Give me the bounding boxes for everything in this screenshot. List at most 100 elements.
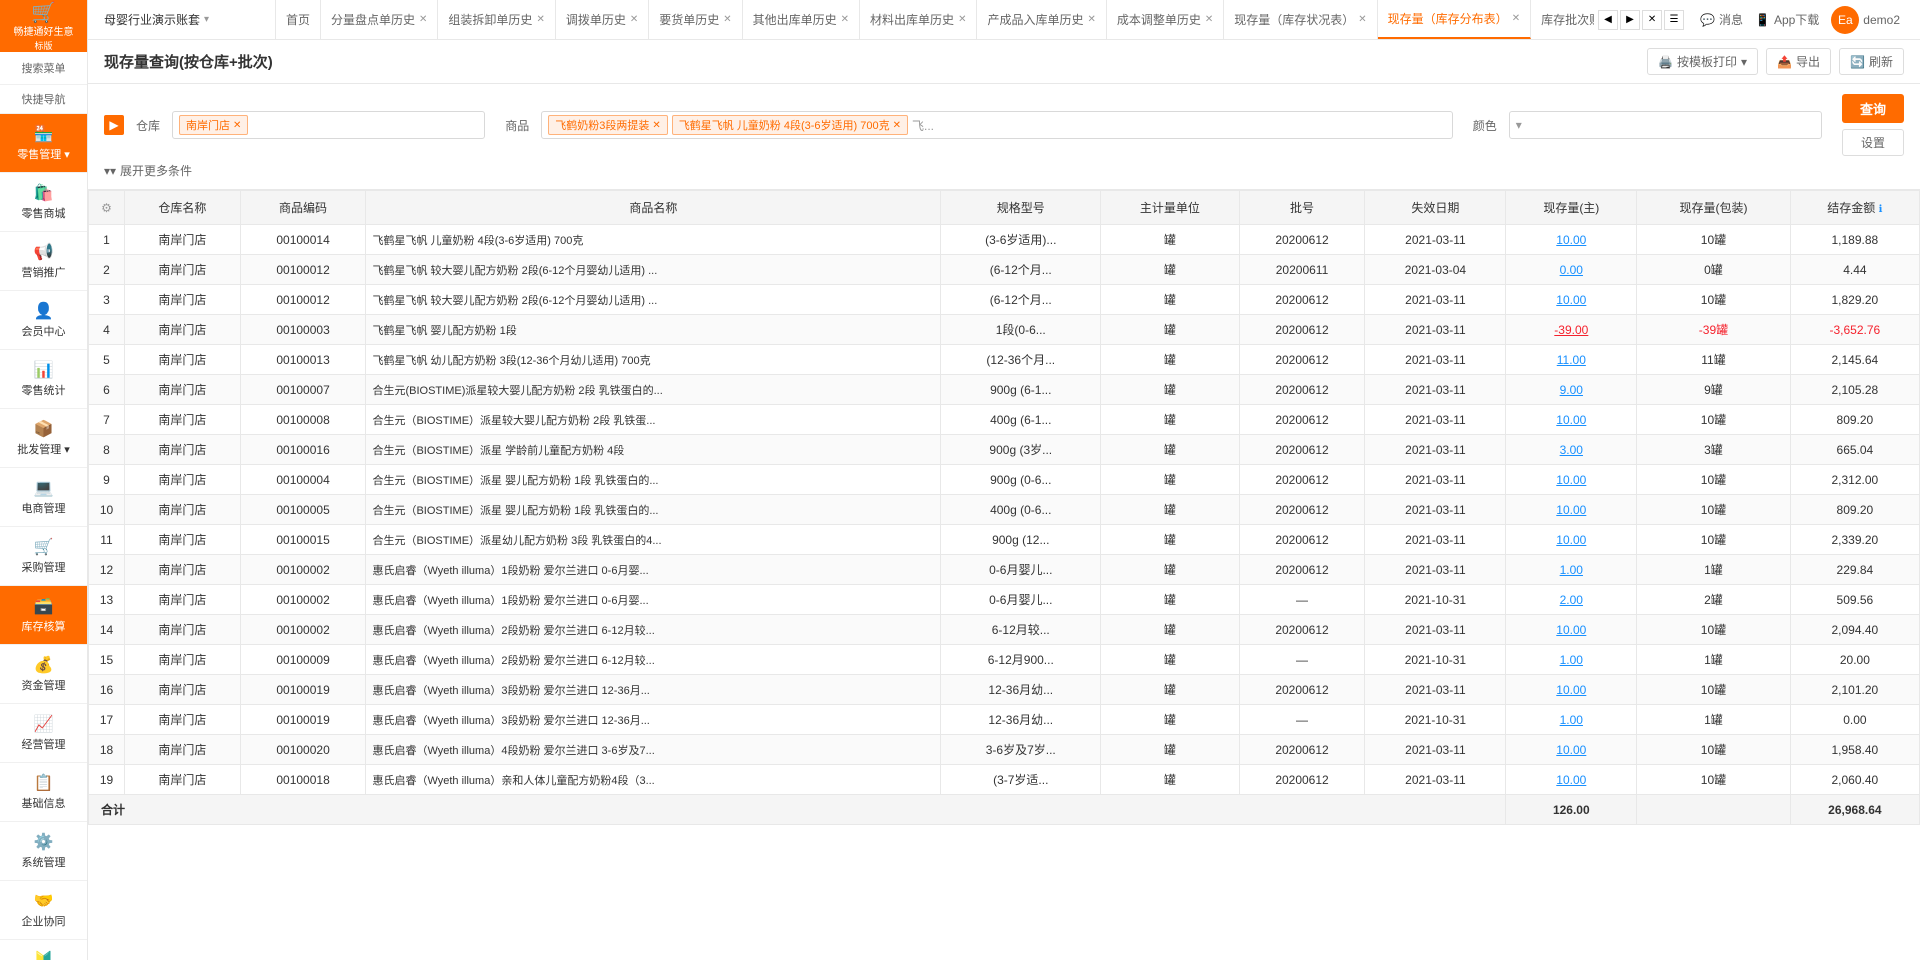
tab-next-btn[interactable]: ▶ [1620, 10, 1640, 30]
cell-stock-main-8[interactable]: 10.00 [1506, 465, 1637, 495]
sidebar-item-guide[interactable]: 🔰 新手引导 [0, 940, 87, 960]
tab-prev-btn[interactable]: ◀ [1598, 10, 1618, 30]
query-btn[interactable]: 查询 [1842, 94, 1904, 123]
user-profile[interactable]: Ea demo2 [1831, 6, 1900, 34]
message-btn[interactable]: 💬 消息 [1700, 11, 1743, 28]
sidebar-item-basic[interactable]: 📋 基础信息 [0, 763, 87, 822]
sidebar-item-stats[interactable]: 📊 零售统计 [0, 350, 87, 409]
cell-stock-main-13[interactable]: 10.00 [1506, 615, 1637, 645]
tab-requisition-label: 要货单历史 [659, 11, 719, 28]
cell-unit-13: 罐 [1101, 615, 1239, 645]
product-tag-0[interactable]: 飞鹤奶粉3段两提装 ✕ [548, 115, 668, 135]
cell-stock-pkg-7: 3罐 [1637, 435, 1791, 465]
template-print-btn[interactable]: 🖨️ 按模板打印 ▾ [1647, 48, 1758, 75]
tab-other-out[interactable]: 其他出库单历史 ✕ [743, 0, 860, 39]
tab-cost-adj[interactable]: 成本调整单历史 ✕ [1107, 0, 1224, 39]
cell-stock-main-0[interactable]: 10.00 [1506, 225, 1637, 255]
app-download-btn[interactable]: 📱 App下载 [1755, 11, 1819, 28]
tab-stock-dist[interactable]: 现存量（库存分布表） ✕ [1378, 0, 1531, 39]
cell-stock-main-4[interactable]: 11.00 [1506, 345, 1637, 375]
inventory-icon: 🗃️ [4, 596, 83, 616]
tab-other-out-close[interactable]: ✕ [841, 14, 849, 25]
tab-cost-adj-label: 成本调整单历史 [1117, 11, 1201, 28]
tab-transfer-close[interactable]: ✕ [630, 14, 638, 25]
tab-split-check[interactable]: 分量盘点单历史 ✕ [321, 0, 438, 39]
color-dropdown-icon[interactable]: ▾ [1516, 118, 1522, 132]
sidebar-item-ecom[interactable]: 💻 电商管理 [0, 468, 87, 527]
product-tag-1[interactable]: 飞鹤星飞帆 儿童奶粉 4段(3-6岁适用) 700克 ✕ [672, 115, 908, 135]
sidebar-search[interactable]: 搜索菜单 [0, 52, 87, 85]
sidebar-item-retail[interactable]: 🏪 零售管理 ▾ [0, 114, 87, 173]
cell-stock-main-14[interactable]: 1.00 [1506, 645, 1637, 675]
org-dropdown-icon[interactable]: ▾ [204, 14, 209, 25]
warehouse-filter-tags[interactable]: 南岸门店 ✕ [172, 111, 485, 139]
tab-unpack-close[interactable]: ✕ [536, 14, 544, 25]
col-settings[interactable]: ⚙ [89, 191, 125, 225]
refresh-btn[interactable]: 🔄 刷新 [1839, 48, 1904, 75]
cell-stock-main-11[interactable]: 1.00 [1506, 555, 1637, 585]
cell-stock-main-16[interactable]: 1.00 [1506, 705, 1637, 735]
sidebar-item-purchase[interactable]: 🛒 采购管理 [0, 527, 87, 586]
table-row: 11 南岸门店 00100015 合生元（BIOSTIME）派星幼儿配方奶粉 3… [89, 525, 1920, 555]
expand-more-btn[interactable]: ▾▾ 展开更多条件 [104, 162, 1904, 179]
cell-stock-main-12[interactable]: 2.00 [1506, 585, 1637, 615]
sidebar-item-member[interactable]: 👤 会员中心 [0, 291, 87, 350]
cell-stock-main-15[interactable]: 10.00 [1506, 675, 1637, 705]
sidebar-item-inventory[interactable]: 🗃️ 库存核算 [0, 586, 87, 645]
tab-menu-btn[interactable]: ☰ [1664, 10, 1684, 30]
cell-stock-main-6[interactable]: 10.00 [1506, 405, 1637, 435]
tab-stock-status-close[interactable]: ✕ [1358, 14, 1366, 25]
tab-close-btn[interactable]: ✕ [1642, 10, 1662, 30]
sidebar-item-system[interactable]: ⚙️ 系统管理 [0, 822, 87, 881]
cell-stock-main-9[interactable]: 10.00 [1506, 495, 1637, 525]
tab-transfer[interactable]: 调拨单历史 ✕ [556, 0, 649, 39]
col-settings-icon[interactable]: ⚙ [101, 201, 112, 215]
tab-arrows: ◀ ▶ ✕ ☰ [1594, 10, 1688, 30]
tab-cost-adj-close[interactable]: ✕ [1205, 14, 1213, 25]
table-container[interactable]: ⚙ 仓库名称 商品编码 商品名称 规格型号 主计量单位 批号 失效日期 现存量(… [88, 190, 1920, 960]
tab-batch-settle[interactable]: 库存批次账 ✕ [1531, 0, 1594, 39]
cell-stock-main-3[interactable]: -39.00 [1506, 315, 1637, 345]
sidebar-quicknav[interactable]: 快捷导航 [0, 85, 87, 114]
tab-material-out-close[interactable]: ✕ [958, 14, 966, 25]
cell-stock-main-1[interactable]: 0.00 [1506, 255, 1637, 285]
tab-stock-dist-close[interactable]: ✕ [1512, 13, 1520, 24]
tab-requisition[interactable]: 要货单历史 ✕ [649, 0, 742, 39]
tab-unpack[interactable]: 组装拆卸单历史 ✕ [438, 0, 555, 39]
sidebar-item-ops[interactable]: 📈 经营管理 [0, 704, 87, 763]
tab-stock-status[interactable]: 现存量（库存状况表） ✕ [1224, 0, 1377, 39]
tab-material-out[interactable]: 材料出库单历史 ✕ [860, 0, 977, 39]
product-more[interactable]: 飞... [912, 117, 934, 134]
export-btn[interactable]: 📤 导出 [1766, 48, 1831, 75]
org-selector[interactable]: 母婴行业演示账套 ▾ [96, 0, 276, 39]
color-filter-tags[interactable]: ▾ [1509, 111, 1822, 139]
sidebar-item-wholesale[interactable]: 📦 批发管理 ▾ [0, 409, 87, 468]
warehouse-tag-close-0[interactable]: ✕ [233, 120, 241, 131]
filter-expand-arrow[interactable]: ▶ [104, 115, 124, 135]
balance-info-icon[interactable]: ℹ [1879, 204, 1883, 215]
settings-btn[interactable]: 设置 [1842, 129, 1904, 156]
cell-stock-main-7[interactable]: 3.00 [1506, 435, 1637, 465]
product-tag-close-0[interactable]: ✕ [652, 120, 660, 131]
sidebar-item-finance[interactable]: 💰 资金管理 [0, 645, 87, 704]
table-row: 6 南岸门店 00100007 合生元(BIOSTIME)派星较大婴儿配方奶粉 … [89, 375, 1920, 405]
product-filter-tags[interactable]: 飞鹤奶粉3段两提装 ✕ 飞鹤星飞帆 儿童奶粉 4段(3-6岁适用) 700克 ✕… [541, 111, 1453, 139]
sidebar-item-marketing[interactable]: 📢 营销推广 [0, 232, 87, 291]
cell-stock-main-10[interactable]: 10.00 [1506, 525, 1637, 555]
cell-stock-main-18[interactable]: 10.00 [1506, 765, 1637, 795]
cell-warehouse-11: 南岸门店 [125, 555, 241, 585]
tab-home[interactable]: 首页 [276, 0, 321, 39]
tab-product-in-close[interactable]: ✕ [1087, 14, 1095, 25]
product-tag-close-1[interactable]: ✕ [893, 120, 901, 131]
cell-stock-main-5[interactable]: 9.00 [1506, 375, 1637, 405]
warehouse-tag-0[interactable]: 南岸门店 ✕ [179, 115, 248, 135]
print-dropdown-icon[interactable]: ▾ [1741, 55, 1747, 69]
sidebar-item-shop[interactable]: 🛍️ 零售商城 [0, 173, 87, 232]
tab-product-in[interactable]: 产成品入库单历史 ✕ [977, 0, 1106, 39]
cell-stock-main-17[interactable]: 10.00 [1506, 735, 1637, 765]
tab-requisition-close[interactable]: ✕ [723, 14, 731, 25]
cell-stock-main-2[interactable]: 10.00 [1506, 285, 1637, 315]
tab-split-check-close[interactable]: ✕ [419, 14, 427, 25]
table-row: 15 南岸门店 00100009 惠氏启睿（Wyeth illuma）2段奶粉 … [89, 645, 1920, 675]
sidebar-item-corp[interactable]: 🤝 企业协同 [0, 881, 87, 940]
